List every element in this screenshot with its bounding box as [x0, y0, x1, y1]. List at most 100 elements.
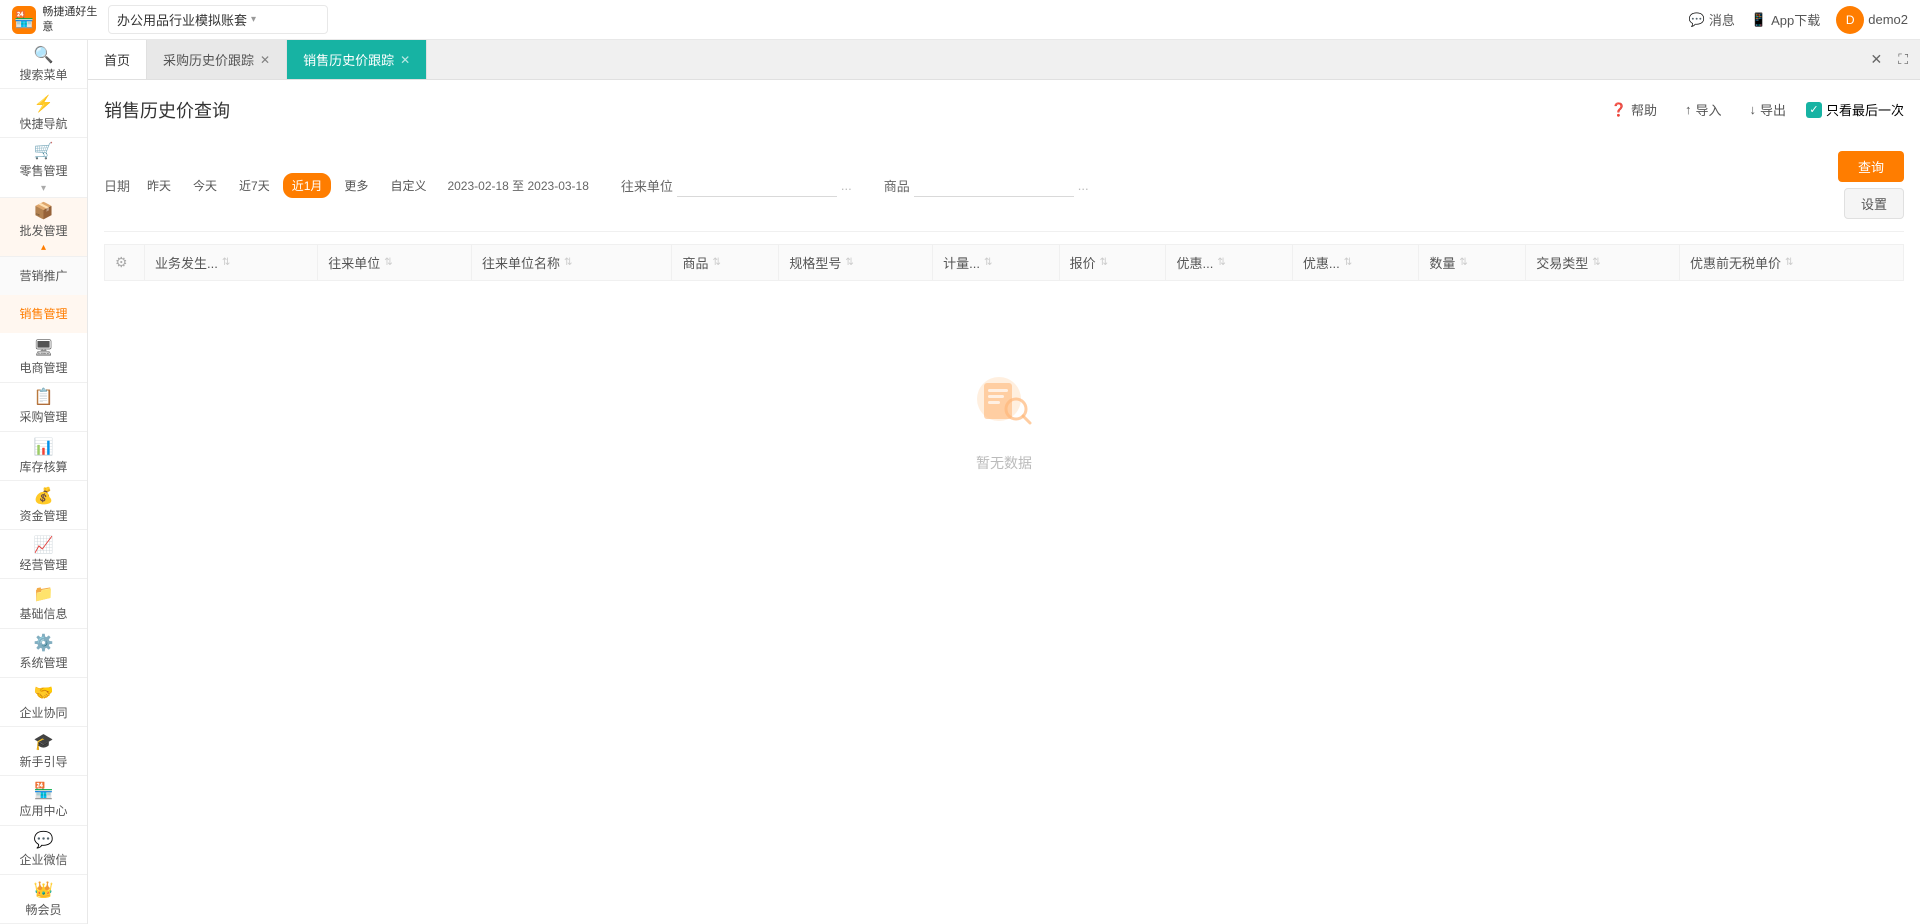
sidebar-item-app-center[interactable]: 🏪 应用中心 — [0, 776, 87, 825]
sidebar-item-quick-nav[interactable]: ⚡ 快捷导航 — [0, 89, 87, 138]
sidebar-item-label: 销售管理 — [19, 307, 67, 323]
sort-icon: ⇅ — [384, 257, 392, 268]
sidebar-item-ecommerce[interactable]: 🖥 电商管理 — [0, 333, 87, 382]
table-col-discount2[interactable]: 优惠... ⇅ — [1292, 245, 1418, 281]
table-col-goods[interactable]: 商品 ⇅ — [672, 245, 779, 281]
sidebar-item-basic-info[interactable]: 📁 基础信息 — [0, 579, 87, 628]
sidebar-item-finance[interactable]: 💰 资金管理 — [0, 481, 87, 530]
settings-button[interactable]: 设置 — [1844, 188, 1904, 219]
sidebar-item-newcomer[interactable]: 🎓 新手引导 — [0, 727, 87, 776]
folder-icon: 📁 — [34, 584, 54, 604]
table-header: ⚙ 业务发生... ⇅ 往来单位 — [105, 245, 1904, 281]
guide-icon: 🎓 — [34, 732, 54, 752]
sort-icon: ⇅ — [713, 257, 721, 268]
table-col-unit[interactable]: 计量... ⇅ — [933, 245, 1059, 281]
date-filter-group: 日期 昨天 今天 近7天 近1月 更多 自定义 2023-02-18 至 202… — [104, 173, 589, 198]
table-col-quantity[interactable]: 数量 ⇅ — [1419, 245, 1526, 281]
sidebar-item-label: 企业微信 — [19, 853, 67, 869]
monitor-icon: 🖥 — [33, 338, 53, 358]
partner-input[interactable] — [677, 173, 837, 197]
sidebar-item-marketing[interactable]: 营销推广 — [0, 257, 87, 295]
page-title-bar: 销售历史价查询 ❓ 帮助 ↑ 导入 ↓ 导出 — [104, 96, 1904, 123]
wechat-icon: 💬 — [34, 830, 54, 850]
sidebar-item-operations[interactable]: 📈 经营管理 — [0, 530, 87, 579]
table-col-partner-name[interactable]: 往来单位名称 ⇅ — [471, 245, 672, 281]
table-col-discount1[interactable]: 优惠... ⇅ — [1166, 245, 1292, 281]
tab-sales-history-label: 销售历史价跟踪 — [303, 50, 394, 69]
top-right: 💬 消息 📱 App下载 D demo2 — [1689, 6, 1908, 34]
sort-icon: ⇅ — [1217, 257, 1225, 268]
table-col-settings[interactable]: ⚙ — [105, 245, 145, 281]
date-btn-last1month[interactable]: 近1月 — [283, 173, 332, 198]
sidebar-item-label: 经营管理 — [19, 558, 67, 574]
help-btn[interactable]: ❓ 帮助 — [1603, 96, 1665, 123]
chevron-up-icon: ▴ — [41, 242, 46, 253]
table-col-price[interactable]: 报价 ⇅ — [1059, 245, 1166, 281]
tab-home-label: 首页 — [104, 50, 130, 69]
table-col-partner-code[interactable]: 往来单位 ⇅ — [318, 245, 472, 281]
search-icon: 🔍 — [34, 45, 54, 65]
gear-icon: ⚙️ — [34, 633, 54, 653]
table-col-spec[interactable]: 规格型号 ⇅ — [779, 245, 933, 281]
tab-purchase-history-label: 采购历史价跟踪 — [163, 50, 254, 69]
export-btn[interactable]: ↓ 导出 — [1741, 96, 1794, 123]
query-button[interactable]: 查询 — [1838, 151, 1904, 182]
date-range-text: 2023-02-18 至 2023-03-18 — [447, 177, 588, 194]
goods-dots[interactable]: ... — [1078, 178, 1089, 193]
page-actions: ❓ 帮助 ↑ 导入 ↓ 导出 ✓ 只看最后一次 — [1603, 96, 1904, 123]
date-btn-today[interactable]: 今天 — [184, 173, 226, 198]
date-btn-more[interactable]: 更多 — [335, 173, 377, 198]
app-download-btn[interactable]: 📱 App下载 — [1751, 10, 1820, 29]
tab-purchase-history[interactable]: 采购历史价跟踪 ✕ — [147, 40, 287, 79]
sidebar-item-purchase[interactable]: 📋 采购管理 — [0, 383, 87, 432]
sort-icon: ⇅ — [845, 257, 853, 268]
app-selector[interactable]: 办公用品行业模拟账套 ▾ — [108, 5, 328, 34]
column-settings-icon[interactable]: ⚙ — [115, 254, 128, 270]
user-area[interactable]: D demo2 — [1836, 6, 1908, 34]
tab-actions: ✕ ⛶ — [1858, 40, 1920, 79]
filter-bar: 日期 昨天 今天 近7天 近1月 更多 自定义 2023-02-18 至 202… — [104, 139, 1904, 232]
empty-state: 暂无数据 — [105, 281, 1904, 553]
tab-close-icon[interactable]: ✕ — [260, 53, 270, 67]
sidebar-item-sales-mgmt[interactable]: 销售管理 — [0, 295, 87, 333]
empty-state-row: 暂无数据 — [105, 281, 1904, 554]
sidebar-item-label: 基础信息 — [19, 607, 67, 623]
top-bar: 🏪 畅捷通好生意 办公用品行业模拟账套 ▾ 💬 消息 📱 App下载 D dem… — [0, 0, 1920, 40]
table-col-trade-type[interactable]: 交易类型 ⇅ — [1526, 245, 1680, 281]
chevron-down-icon: ▾ — [251, 14, 256, 25]
message-btn[interactable]: 💬 消息 — [1689, 10, 1735, 29]
table-body: 暂无数据 — [105, 281, 1904, 554]
page-inner: 销售历史价查询 ❓ 帮助 ↑ 导入 ↓ 导出 — [88, 80, 1920, 569]
sidebar-item-enterprise[interactable]: 🤝 企业协同 — [0, 678, 87, 727]
import-btn[interactable]: ↑ 导入 — [1677, 96, 1730, 123]
empty-text: 暂无数据 — [976, 453, 1032, 473]
goods-input[interactable] — [914, 173, 1074, 197]
logo-area: 🏪 畅捷通好生意 — [12, 5, 100, 34]
sidebar-item-label: 企业协同 — [19, 706, 67, 722]
sort-icon: ⇅ — [1459, 257, 1467, 268]
sidebar-item-inventory[interactable]: 📊 库存核算 — [0, 432, 87, 481]
tab-sales-history[interactable]: 销售历史价跟踪 ✕ — [287, 40, 427, 79]
table-col-pretax-price[interactable]: 优惠前无税单价 ⇅ — [1679, 245, 1903, 281]
sidebar-item-wholesale-mgmt[interactable]: 📦 批发管理 ▴ — [0, 198, 87, 257]
date-btn-last7[interactable]: 近7天 — [230, 173, 279, 198]
sidebar-item-enterprise-wx[interactable]: 💬 企业微信 — [0, 826, 87, 875]
sort-icon: ⇅ — [1592, 257, 1600, 268]
message-icon: 💬 — [1689, 12, 1705, 28]
date-btn-yesterday[interactable]: 昨天 — [138, 173, 180, 198]
sidebar-item-search-menu[interactable]: 🔍 搜索菜单 — [0, 40, 87, 89]
maximize-btn[interactable]: ⛶ — [1894, 47, 1912, 72]
tab-home[interactable]: 首页 — [88, 40, 147, 79]
store-icon: 🏪 — [34, 781, 54, 801]
sidebar-item-retail-mgmt[interactable]: 🛒 零售管理 ▾ — [0, 138, 87, 197]
only-last-checkbox[interactable]: ✓ 只看最后一次 — [1806, 100, 1904, 119]
checkbox-checked-icon: ✓ — [1806, 102, 1822, 118]
close-tab-btn[interactable]: ✕ — [1866, 47, 1886, 72]
sidebar-item-system[interactable]: ⚙️ 系统管理 — [0, 629, 87, 678]
sidebar-item-vip[interactable]: 👑 畅会员 — [0, 875, 87, 924]
sidebar-item-label: 营销推广 — [19, 269, 67, 285]
tab-close-icon[interactable]: ✕ — [400, 53, 410, 67]
date-btn-custom[interactable]: 自定义 — [381, 173, 435, 198]
partner-dots[interactable]: ... — [841, 178, 852, 193]
table-col-biz-date[interactable]: 业务发生... ⇅ — [145, 245, 318, 281]
